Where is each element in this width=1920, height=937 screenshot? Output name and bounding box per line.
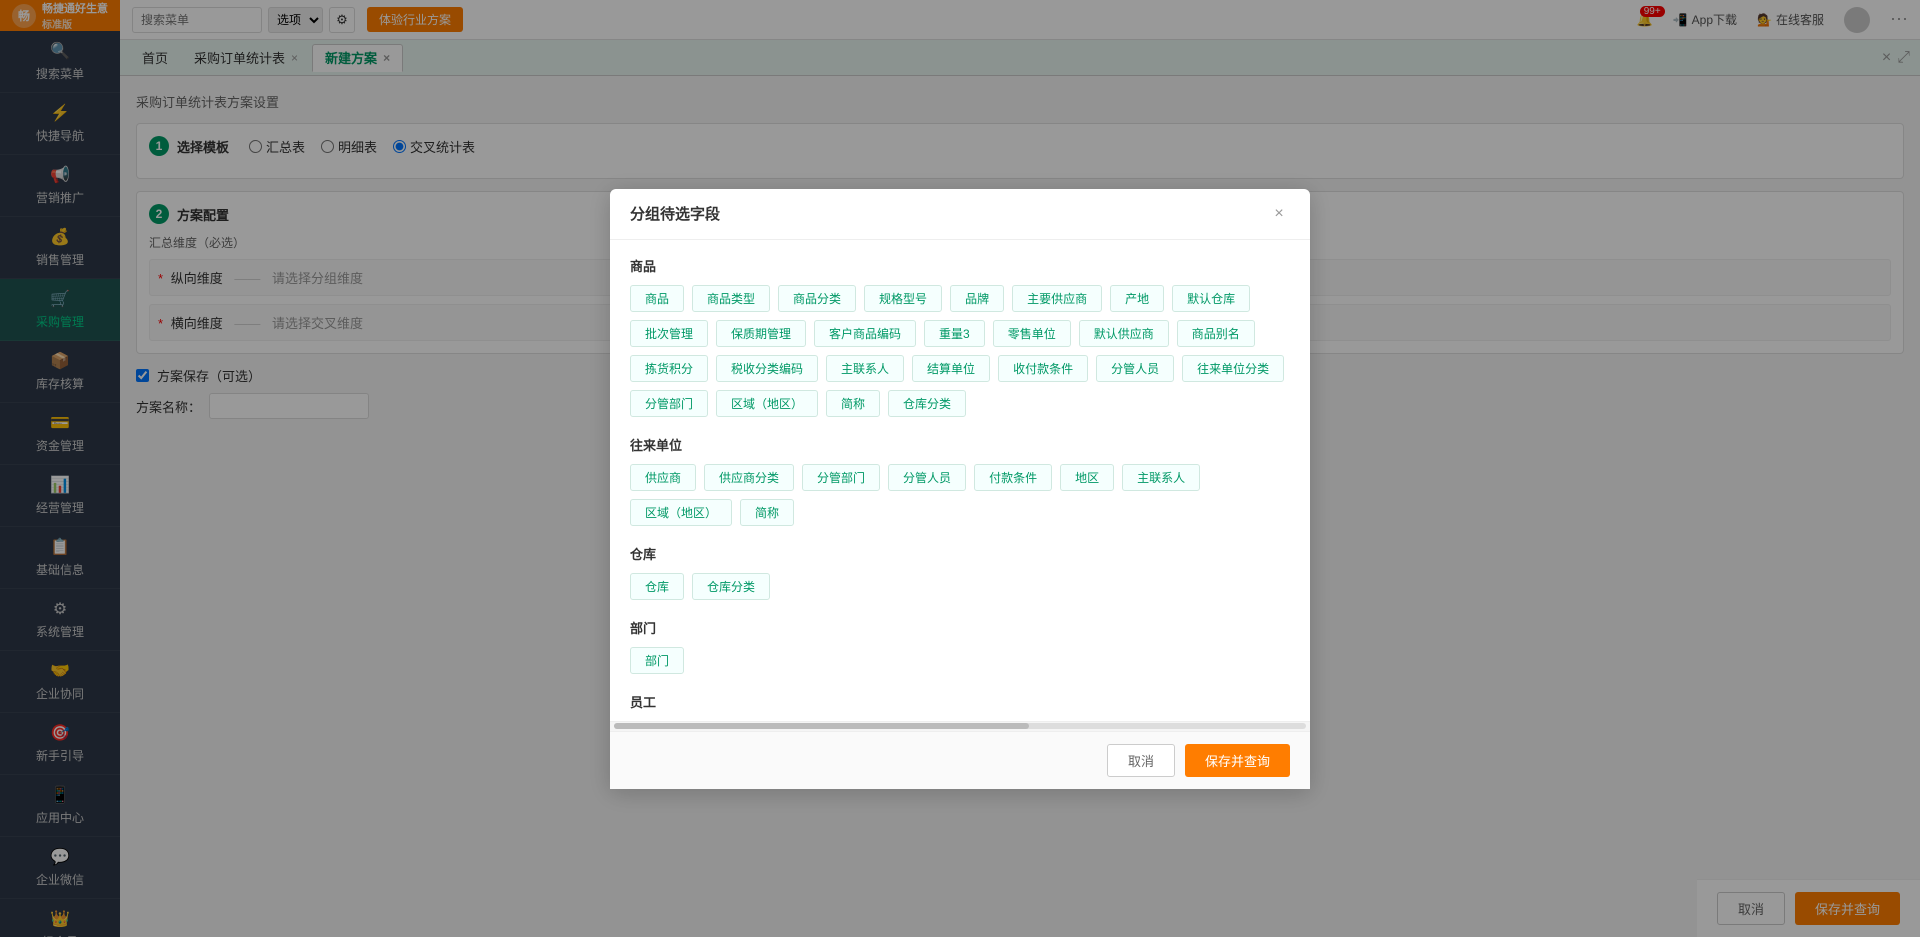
- h-scroll-track: [614, 723, 1306, 729]
- field-tag-product-9[interactable]: 保质期管理: [716, 320, 806, 347]
- h-scroll-thumb: [614, 723, 1029, 729]
- partner-fields: 供应商 供应商分类 分管部门 分管人员 付款条件 地区 主联系人 区域（地区） …: [630, 464, 1290, 526]
- field-tag-partner-1[interactable]: 供应商分类: [704, 464, 794, 491]
- field-tag-product-10[interactable]: 客户商品编码: [814, 320, 916, 347]
- group-title-employee: 员工: [630, 692, 1290, 711]
- modal-horizontal-scrollbar[interactable]: [610, 721, 1310, 731]
- field-tag-partner-0[interactable]: 供应商: [630, 464, 696, 491]
- field-tag-product-23[interactable]: 区域（地区）: [716, 390, 818, 417]
- field-tag-product-7[interactable]: 默认仓库: [1172, 285, 1250, 312]
- group-title-product: 商品: [630, 256, 1290, 275]
- field-tag-product-16[interactable]: 税收分类编码: [716, 355, 818, 382]
- field-tag-product-5[interactable]: 主要供应商: [1012, 285, 1102, 312]
- field-tag-warehouse-0[interactable]: 仓库: [630, 573, 684, 600]
- field-group-product: 商品 商品 商品类型 商品分类 规格型号 品牌 主要供应商 产地 默认仓库 批次…: [630, 256, 1290, 417]
- product-fields: 商品 商品类型 商品分类 规格型号 品牌 主要供应商 产地 默认仓库 批次管理 …: [630, 285, 1290, 417]
- field-tag-product-2[interactable]: 商品分类: [778, 285, 856, 312]
- field-group-department: 部门 部门: [630, 618, 1290, 674]
- modal-title: 分组待选字段: [630, 203, 720, 224]
- field-group-employee: 员工 业务员: [630, 692, 1290, 721]
- field-tag-product-20[interactable]: 分管人员: [1096, 355, 1174, 382]
- field-tag-product-12[interactable]: 零售单位: [993, 320, 1071, 347]
- modal-header: 分组待选字段 ×: [610, 189, 1310, 240]
- field-group-warehouse: 仓库 仓库 仓库分类: [630, 544, 1290, 600]
- field-tag-product-1[interactable]: 商品类型: [692, 285, 770, 312]
- group-title-warehouse: 仓库: [630, 544, 1290, 563]
- modal-save-button[interactable]: 保存并查询: [1185, 744, 1290, 777]
- field-tag-partner-8[interactable]: 简称: [740, 499, 794, 526]
- modal-body: 商品 商品 商品类型 商品分类 规格型号 品牌 主要供应商 产地 默认仓库 批次…: [610, 240, 1310, 721]
- field-tag-product-19[interactable]: 收付款条件: [998, 355, 1088, 382]
- field-tag-warehouse-1[interactable]: 仓库分类: [692, 573, 770, 600]
- field-tag-product-13[interactable]: 默认供应商: [1079, 320, 1169, 347]
- field-tag-department-0[interactable]: 部门: [630, 647, 684, 674]
- field-tag-product-4[interactable]: 品牌: [950, 285, 1004, 312]
- modal-dialog: 分组待选字段 × 商品 商品 商品类型 商品分类 规格型号 品牌 主要供应商 产…: [610, 189, 1310, 789]
- field-tag-partner-5[interactable]: 地区: [1060, 464, 1114, 491]
- field-tag-product-15[interactable]: 拣货积分: [630, 355, 708, 382]
- field-tag-product-11[interactable]: 重量3: [924, 320, 985, 347]
- field-tag-product-21[interactable]: 往来单位分类: [1182, 355, 1284, 382]
- group-title-partner: 往来单位: [630, 435, 1290, 454]
- modal-close-button[interactable]: ×: [1268, 203, 1290, 225]
- field-tag-product-14[interactable]: 商品别名: [1177, 320, 1255, 347]
- field-tag-partner-4[interactable]: 付款条件: [974, 464, 1052, 491]
- field-tag-partner-2[interactable]: 分管部门: [802, 464, 880, 491]
- field-tag-partner-3[interactable]: 分管人员: [888, 464, 966, 491]
- modal-overlay: 分组待选字段 × 商品 商品 商品类型 商品分类 规格型号 品牌 主要供应商 产…: [0, 0, 1920, 937]
- field-tag-product-22[interactable]: 分管部门: [630, 390, 708, 417]
- field-tag-product-17[interactable]: 主联系人: [826, 355, 904, 382]
- field-tag-product-18[interactable]: 结算单位: [912, 355, 990, 382]
- group-title-department: 部门: [630, 618, 1290, 637]
- warehouse-fields: 仓库 仓库分类: [630, 573, 1290, 600]
- field-group-partner: 往来单位 供应商 供应商分类 分管部门 分管人员 付款条件 地区 主联系人 区域…: [630, 435, 1290, 526]
- modal-footer: 取消 保存并查询: [610, 731, 1310, 789]
- field-tag-product-8[interactable]: 批次管理: [630, 320, 708, 347]
- field-tag-partner-6[interactable]: 主联系人: [1122, 464, 1200, 491]
- field-tag-product-25[interactable]: 仓库分类: [888, 390, 966, 417]
- field-tag-product-3[interactable]: 规格型号: [864, 285, 942, 312]
- field-tag-product-0[interactable]: 商品: [630, 285, 684, 312]
- modal-cancel-button[interactable]: 取消: [1107, 744, 1175, 777]
- field-tag-product-6[interactable]: 产地: [1110, 285, 1164, 312]
- field-tag-partner-7[interactable]: 区域（地区）: [630, 499, 732, 526]
- field-tag-product-24[interactable]: 简称: [826, 390, 880, 417]
- department-fields: 部门: [630, 647, 1290, 674]
